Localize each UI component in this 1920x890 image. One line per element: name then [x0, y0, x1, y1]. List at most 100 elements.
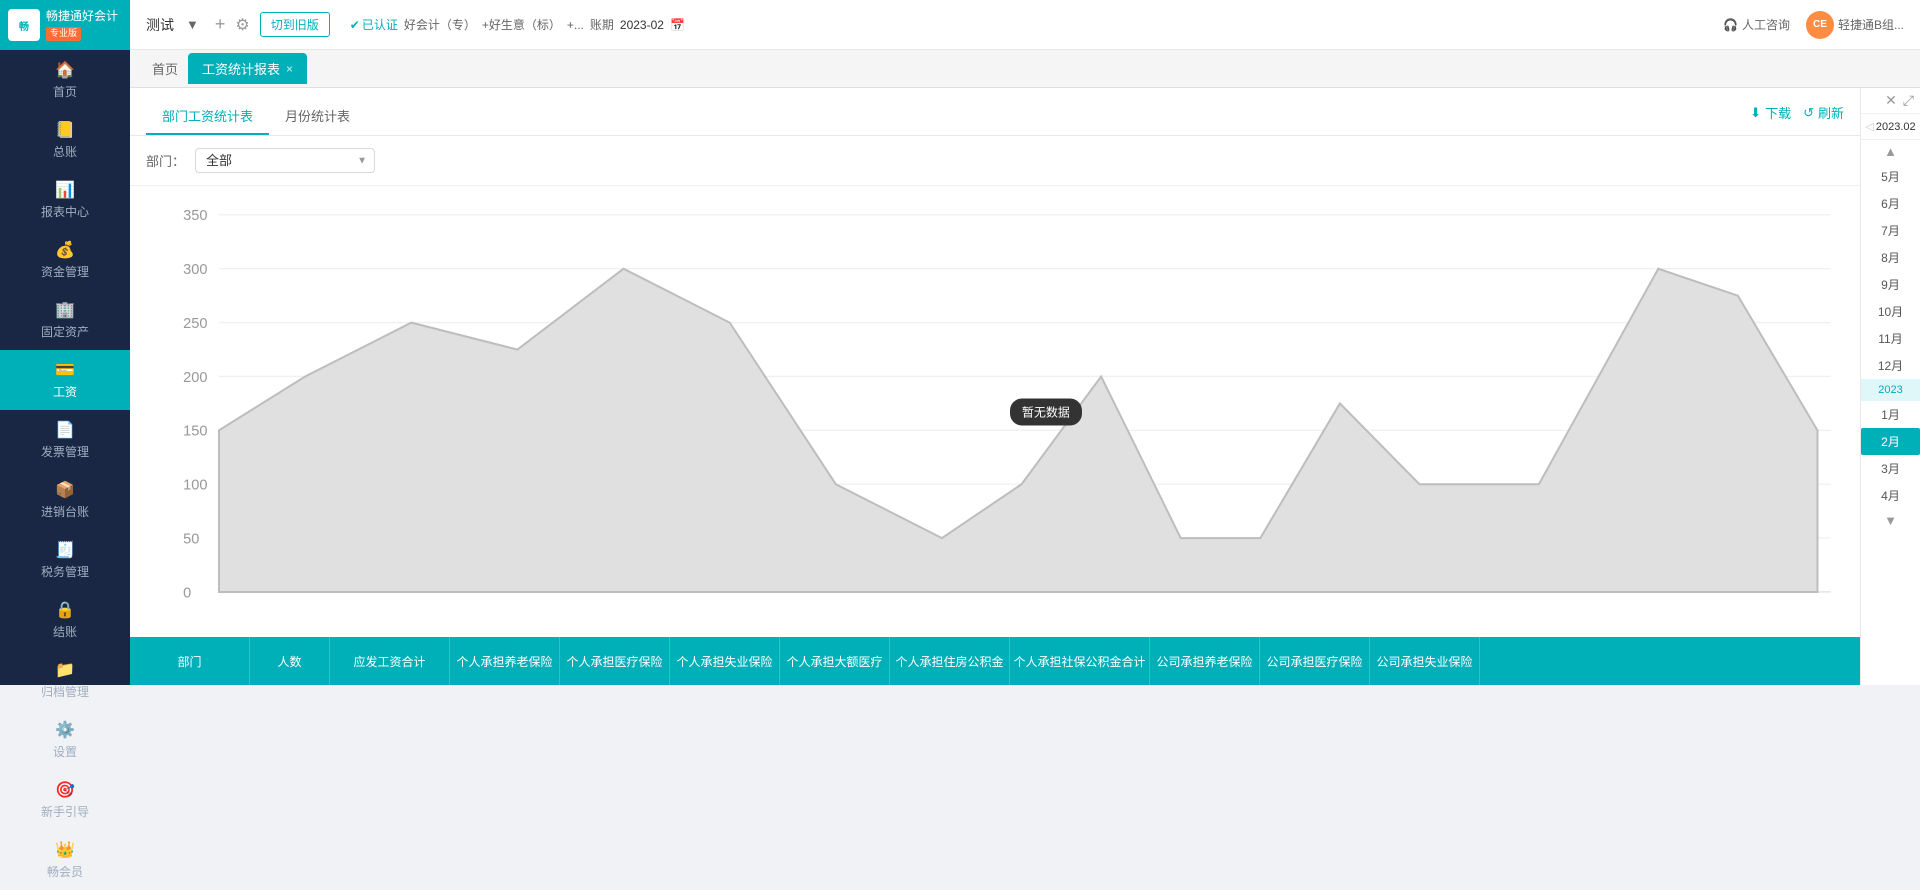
sub-tab-monthly[interactable]: 月份统计表 — [269, 98, 366, 135]
sidebar-item-funds[interactable]: 💰 资金管理 — [0, 230, 130, 290]
sidebar-item-tax[interactable]: 🧾税务管理 — [0, 530, 130, 590]
sidebar-logo: 畅 畅捷通好会计 专业版 — [0, 0, 130, 50]
sidebar-item-label: 结账 — [53, 623, 77, 640]
company-name: 测试 — [146, 15, 174, 35]
user-info[interactable]: CE 轻捷通B组... — [1806, 11, 1904, 39]
sidebar-item-label: 固定资产 — [41, 323, 89, 340]
biz-type: +好生意（标） — [482, 16, 561, 33]
sidebar-item-label: 发票管理 — [41, 443, 89, 460]
funds-icon: 💰 — [55, 240, 75, 260]
home-icon: 🏠 — [55, 60, 75, 80]
member-icon: 👑 — [55, 840, 75, 860]
year-label: 2023 — [1861, 379, 1920, 401]
sub-tabs: 部门工资统计表月份统计表 ⬇ 下载 ↺ 刷新 — [130, 88, 1860, 136]
sidebar-item-guide[interactable]: 🎯新手引导 — [0, 770, 130, 830]
chart-container: 350 300 250 200 150 100 50 0 — [146, 196, 1844, 627]
close-icon: 🔒 — [55, 600, 75, 620]
sidebar-item-salary[interactable]: 💳工资 — [0, 350, 130, 410]
filter-select-wrap: 全部财务部销售部技术部 — [195, 148, 375, 173]
table-col-5: 个人承担失业保险 — [670, 637, 780, 685]
month-item-3月[interactable]: 3月 — [1861, 455, 1920, 482]
sidebar-item-purchase[interactable]: 📦进销台账 — [0, 470, 130, 530]
right-panel-controls: ✕ ⤢ — [1861, 88, 1920, 114]
more-label: +... — [567, 18, 584, 32]
sidebar-item-reports[interactable]: 📊报表中心 — [0, 170, 130, 230]
close-panel-icon[interactable]: ✕ — [1885, 92, 1897, 109]
sidebar: 畅 畅捷通好会计 专业版 🏠 首页 📒 总账 📊报表中心 💰 资金管理 🏢 固定资产 💳工资📄发票… — [0, 0, 130, 685]
sidebar-item-label: 归档管理 — [41, 683, 89, 700]
month-item-9月[interactable]: 9月 — [1861, 271, 1920, 298]
svg-text:250: 250 — [183, 316, 207, 332]
tab-home[interactable]: 首页 — [142, 53, 188, 84]
month-item-7月[interactable]: 7月 — [1861, 217, 1920, 244]
account-type: 好会计（专） — [404, 16, 476, 33]
download-btn[interactable]: ⬇ 下载 — [1750, 103, 1791, 122]
topbar-status: ✔ 已认证 好会计（专） +好生意（标） +... 账期 2023-02 📅 — [350, 16, 685, 33]
consult-btn[interactable]: 🎧 人工咨询 — [1723, 16, 1790, 33]
table-col-3: 个人承担养老保险 — [450, 637, 560, 685]
chart-area: 350 300 250 200 150 100 50 0 — [130, 186, 1860, 637]
salary-icon: 💳 — [55, 360, 75, 380]
table-col-9: 公司承担养老保险 — [1150, 637, 1260, 685]
calendar-icon[interactable]: 📅 — [670, 18, 685, 32]
assets-icon: 🏢 — [55, 300, 75, 320]
month-item-11月[interactable]: 11月 — [1861, 325, 1920, 352]
logo-text: 畅捷通好会计 专业版 — [46, 9, 118, 40]
sidebar-item-label: 设置 — [53, 743, 77, 760]
sidebar-item-label: 资金管理 — [41, 263, 89, 280]
svg-text:300: 300 — [183, 262, 207, 278]
sidebar-item-label: 税务管理 — [41, 563, 89, 580]
tab-close-btn[interactable]: × — [286, 62, 293, 76]
content-main: 部门工资统计表月份统计表 ⬇ 下载 ↺ 刷新 部门： 全部财务部销售部技术部 — [130, 88, 1860, 685]
svg-text:150: 150 — [183, 424, 207, 440]
expand-panel-icon[interactable]: ⤢ — [1903, 92, 1914, 109]
right-date-panel: ✕ ⤢ ◁ 2023.02 ▲ 5月6月7月8月9月10月11月12月20231… — [1860, 88, 1920, 685]
settings-icon[interactable]: ⚙ — [235, 15, 249, 35]
sidebar-item-home[interactable]: 🏠 首页 — [0, 50, 130, 110]
month-item-2月[interactable]: 2月 — [1861, 428, 1920, 455]
sidebar-item-close[interactable]: 🔒 结账 — [0, 590, 130, 650]
tab-salary-report[interactable]: 工资统计报表 × — [188, 53, 307, 84]
dept-filter[interactable]: 全部财务部销售部技术部 — [195, 148, 375, 173]
switch-version-btn[interactable]: 切到旧版 — [260, 12, 330, 37]
month-item-10月[interactable]: 10月 — [1861, 298, 1920, 325]
filter-bar: 部门： 全部财务部销售部技术部 — [130, 136, 1860, 186]
svg-text:100: 100 — [183, 478, 207, 494]
month-item-1月[interactable]: 1月 — [1861, 401, 1920, 428]
avatar: CE — [1806, 11, 1834, 39]
sub-tab-dept[interactable]: 部门工资统计表 — [146, 98, 269, 135]
date-nav-down[interactable]: ▼ — [1861, 509, 1920, 532]
period-value: 2023-02 — [620, 18, 664, 32]
purchase-icon: 📦 — [55, 480, 75, 500]
sidebar-item-label: 总账 — [53, 143, 77, 160]
month-item-5月[interactable]: 5月 — [1861, 163, 1920, 190]
month-item-4月[interactable]: 4月 — [1861, 482, 1920, 509]
table-col-11: 公司承担失业保险 — [1370, 637, 1480, 685]
refresh-btn[interactable]: ↺ 刷新 — [1803, 103, 1844, 122]
table-col-2: 应发工资合计 — [330, 637, 450, 685]
month-item-12月[interactable]: 12月 — [1861, 352, 1920, 379]
sidebar-item-invoice[interactable]: 📄发票管理 — [0, 410, 130, 470]
add-icon[interactable]: + — [215, 14, 226, 35]
sidebar-item-member[interactable]: 👑 畅会员 — [0, 830, 130, 890]
sidebar-item-assets[interactable]: 🏢 固定资产 — [0, 290, 130, 350]
refresh-icon: ↺ — [1803, 105, 1814, 121]
logo-icon: 畅 — [8, 9, 40, 41]
table-col-6: 个人承担大额医疗 — [780, 637, 890, 685]
month-item-8月[interactable]: 8月 — [1861, 244, 1920, 271]
ledger-icon: 📒 — [55, 120, 75, 140]
sidebar-item-label: 首页 — [53, 83, 77, 100]
month-item-6月[interactable]: 6月 — [1861, 190, 1920, 217]
main-area: 测试 ▼ + ⚙ 切到旧版 ✔ 已认证 好会计（专） +好生意（标） +... … — [130, 0, 1920, 685]
table-footer: 部门人数应发工资合计个人承担养老保险个人承担医疗保险个人承担失业保险个人承担大额… — [130, 637, 1860, 685]
date-nav-up[interactable]: ▲ — [1861, 140, 1920, 163]
sidebar-item-ledger[interactable]: 📒 总账 — [0, 110, 130, 170]
content-area: 部门工资统计表月份统计表 ⬇ 下载 ↺ 刷新 部门： 全部财务部销售部技术部 — [130, 88, 1920, 685]
chart-tooltip: 暂无数据 — [1010, 398, 1082, 425]
svg-text:200: 200 — [183, 370, 207, 386]
sidebar-item-label: 畅会员 — [47, 863, 83, 880]
tabbar: 首页 工资统计报表 × — [130, 50, 1920, 88]
sidebar-item-settings[interactable]: ⚙️设置 — [0, 710, 130, 770]
company-dropdown[interactable]: ▼ — [186, 17, 199, 32]
sidebar-item-archive[interactable]: 📁归档管理 — [0, 650, 130, 710]
